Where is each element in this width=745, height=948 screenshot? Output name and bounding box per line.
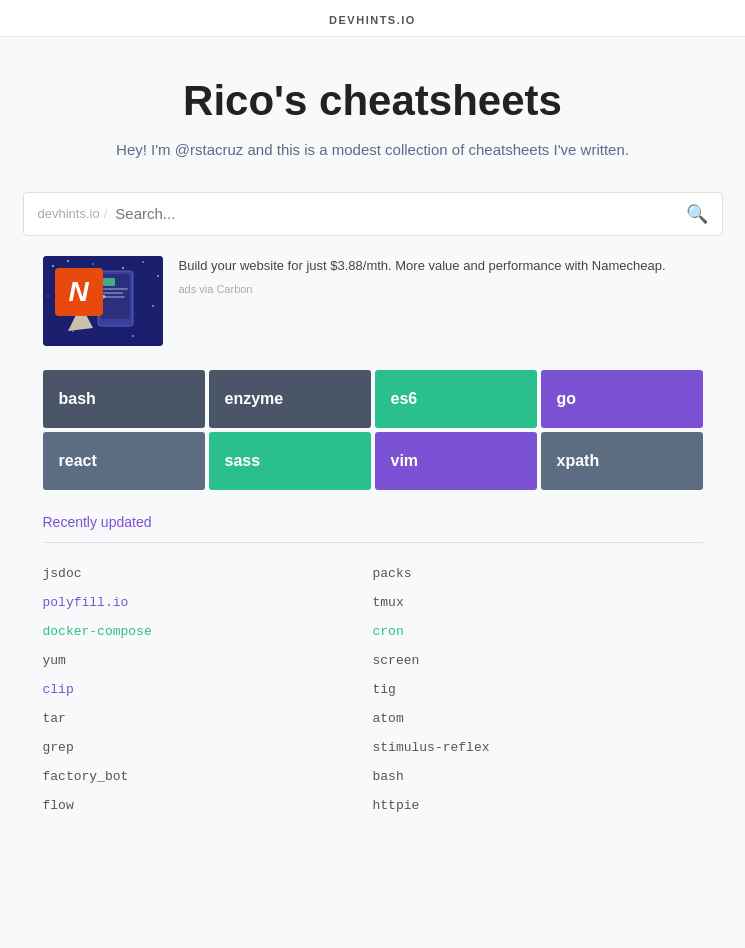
ad-via: ads via Carbon (179, 281, 666, 298)
link-bash[interactable]: bash (373, 762, 703, 791)
link-tig[interactable]: tig (373, 675, 703, 704)
links-grid: jsdocpolyfill.iodocker-composeyumcliptar… (43, 559, 703, 820)
svg-point-1 (52, 265, 54, 267)
ad-image: N (43, 256, 163, 346)
hero-section: Rico's cheatsheets Hey! I'm @rstacruz an… (0, 37, 745, 192)
svg-point-3 (92, 263, 94, 265)
link-screen[interactable]: screen (373, 646, 703, 675)
page-title: Rico's cheatsheets (20, 77, 725, 125)
ad-copy: Build your website for just $3.88/mth. M… (179, 258, 666, 273)
search-input[interactable] (115, 205, 685, 222)
link-packs[interactable]: packs (373, 559, 703, 588)
tag-sass[interactable]: sass (209, 432, 371, 490)
link-stimulus-reflex[interactable]: stimulus-reflex (373, 733, 703, 762)
tags-grid: bashenzymees6go reactsassvimxpath (23, 370, 723, 490)
site-header: DEVHINTS.IO (0, 0, 745, 37)
link-yum[interactable]: yum (43, 646, 373, 675)
svg-point-4 (122, 267, 124, 269)
link-polyfill.io[interactable]: polyfill.io (43, 588, 373, 617)
site-domain: DEVHINTS.IO (329, 14, 416, 26)
link-docker-compose[interactable]: docker-compose (43, 617, 373, 646)
link-grep[interactable]: grep (43, 733, 373, 762)
links-column-right: packstmuxcronscreentigatomstimulus-refle… (373, 559, 703, 820)
tag-es6[interactable]: es6 (375, 370, 537, 428)
svg-point-9 (132, 335, 134, 337)
tag-react[interactable]: react (43, 432, 205, 490)
links-column-left: jsdocpolyfill.iodocker-composeyumcliptar… (43, 559, 373, 820)
svg-rect-14 (103, 288, 128, 290)
section-divider (43, 542, 703, 543)
tag-xpath[interactable]: xpath (541, 432, 703, 490)
tag-vim[interactable]: vim (375, 432, 537, 490)
svg-point-2 (66, 259, 68, 261)
search-bar-container: devhints.io / 🔍 (0, 192, 745, 256)
link-cron[interactable]: cron (373, 617, 703, 646)
hero-subtitle: Hey! I'm @rstacruz and this is a modest … (20, 139, 725, 162)
svg-rect-16 (103, 296, 125, 298)
search-icon[interactable]: 🔍 (686, 203, 708, 225)
link-atom[interactable]: atom (373, 704, 703, 733)
link-tar[interactable]: tar (43, 704, 373, 733)
link-flow[interactable]: flow (43, 791, 373, 820)
tag-enzyme[interactable]: enzyme (209, 370, 371, 428)
link-clip[interactable]: clip (43, 675, 373, 704)
tag-bash[interactable]: bash (43, 370, 205, 428)
link-jsdoc[interactable]: jsdoc (43, 559, 373, 588)
svg-rect-15 (103, 292, 123, 294)
svg-point-6 (157, 275, 159, 277)
tag-go[interactable]: go (541, 370, 703, 428)
ad-text: Build your website for just $3.88/mth. M… (179, 256, 666, 298)
svg-point-8 (151, 304, 153, 306)
link-tmux[interactable]: tmux (373, 588, 703, 617)
namecheap-logo: N (55, 268, 103, 316)
recently-updated-section: Recently updated jsdocpolyfill.iodocker-… (23, 514, 723, 840)
search-bar: devhints.io / 🔍 (23, 192, 723, 236)
recently-updated-title: Recently updated (43, 514, 703, 530)
breadcrumb-site: devhints.io (38, 206, 100, 221)
link-factory_bot[interactable]: factory_bot (43, 762, 373, 791)
svg-rect-13 (103, 278, 115, 286)
svg-point-5 (142, 261, 144, 263)
link-httpie[interactable]: httpie (373, 791, 703, 820)
svg-point-7 (47, 295, 49, 297)
ad-section: N Build your website for just $3.88/mth.… (23, 256, 723, 346)
breadcrumb-slash: / (104, 206, 108, 221)
